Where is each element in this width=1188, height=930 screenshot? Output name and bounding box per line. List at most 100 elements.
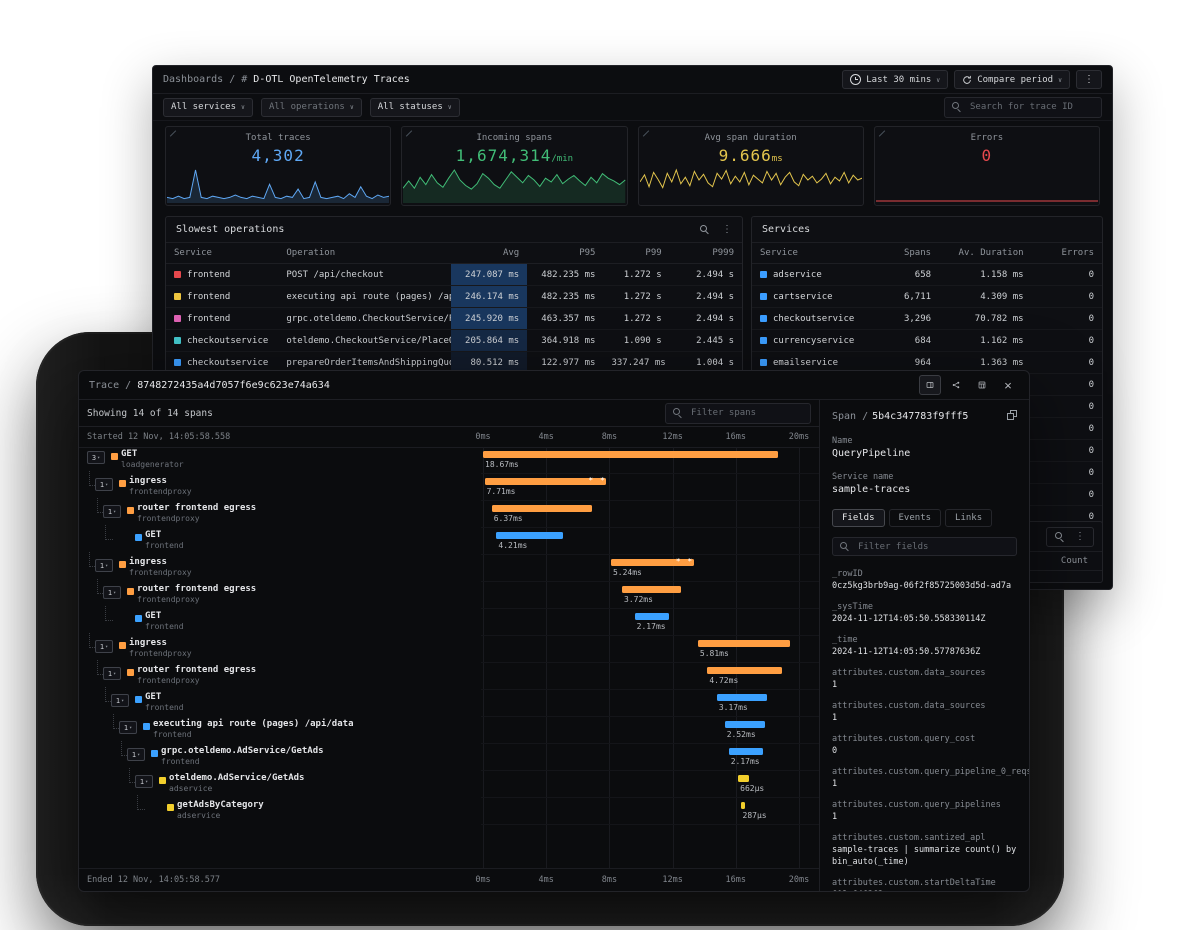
table-row[interactable]: checkoutserviceoteldemo.CheckoutService/… — [166, 330, 742, 352]
span-collapse-badge[interactable]: 1▾ — [135, 775, 153, 788]
panel-title: Slowest operations — [176, 224, 284, 235]
span-duration-bar[interactable] — [492, 505, 593, 512]
trace-span-row[interactable]: GETfrontend4.21ms — [79, 528, 819, 555]
span-details-tabs: FieldsEventsLinks — [832, 509, 1017, 527]
trace-span-row[interactable]: 1▾router frontend egressfrontendproxy6.3… — [79, 501, 819, 528]
compare-period-button[interactable]: Compare period ∨ — [954, 70, 1070, 89]
service-cell: currencyservice — [752, 330, 883, 352]
span-duration-bar[interactable] — [622, 586, 681, 593]
filter-spans-search[interactable] — [665, 403, 811, 424]
service-name: checkoutservice — [187, 336, 268, 346]
close-button[interactable]: × — [997, 375, 1019, 395]
table-row[interactable]: cartservice6,7114.309 ms0 — [752, 286, 1102, 308]
span-name-value: QueryPipeline — [832, 448, 1017, 459]
span-duration-bar[interactable] — [729, 748, 763, 755]
tab-fields[interactable]: Fields — [832, 509, 885, 527]
search-icon — [673, 408, 683, 418]
span-service-name: frontendproxy — [129, 568, 192, 577]
table-row[interactable]: frontendgrpc.oteldemo.CheckoutService/Pl… — [166, 308, 742, 330]
span-collapse-badge[interactable]: 1▾ — [103, 667, 121, 680]
span-event-markers: * * — [588, 476, 605, 485]
filter-spans-input[interactable] — [689, 407, 789, 419]
trace-span-row[interactable]: 1▾oteldemo.AdService/GetAdsadservice662µ… — [79, 771, 819, 798]
operations-filter-dropdown[interactable]: All operations ∨ — [261, 98, 362, 117]
trace-span-row[interactable]: GETfrontend2.17ms — [79, 609, 819, 636]
table-row[interactable]: frontendPOST /api/checkout247.087 ms482.… — [166, 264, 742, 286]
span-collapse-badge[interactable]: 3▾ — [87, 451, 105, 464]
timeline-tick-label: 12ms — [662, 432, 682, 442]
search-icon[interactable] — [1055, 532, 1065, 542]
span-collapse-badge[interactable]: 1▾ — [127, 748, 145, 761]
field-value: sample-traces | summarize count() by bin… — [832, 844, 1017, 868]
trace-span-row[interactable]: 1▾ingressfrontendproxy5.81ms — [79, 636, 819, 663]
span-duration-bar[interactable] — [741, 802, 746, 809]
span-collapse-badge[interactable]: 1▾ — [111, 694, 129, 707]
trace-title-prefix: Trace / — [89, 380, 131, 391]
span-collapse-badge[interactable]: 1▾ — [103, 505, 121, 518]
span-name-label: Name — [832, 436, 1017, 446]
copy-button[interactable] — [1007, 410, 1017, 423]
span-collapse-badge[interactable]: 1▾ — [95, 559, 113, 572]
span-duration-bar[interactable] — [717, 694, 767, 701]
field-value: 603.646362 — [832, 889, 1017, 891]
trace-span-row[interactable]: 1▾grpc.oteldemo.AdService/GetAdsfrontend… — [79, 744, 819, 771]
statuses-filter-dropdown[interactable]: All statuses ∨ — [370, 98, 460, 117]
span-name: getAdsByCategory — [177, 800, 264, 810]
trace-span-row[interactable]: 1▾router frontend egressfrontendproxy3.7… — [79, 582, 819, 609]
span-color-square — [159, 777, 166, 784]
span-collapse-badge[interactable]: 1▾ — [95, 478, 113, 491]
share-button[interactable] — [945, 375, 967, 395]
trace-span-row[interactable]: 1▾ingressfrontendproxy* *7.71ms — [79, 474, 819, 501]
service-cell: frontend — [166, 264, 278, 286]
span-duration-bar[interactable] — [738, 775, 748, 782]
table-row[interactable]: currencyservice6841.162 ms0 — [752, 330, 1102, 352]
filter-fields-search[interactable] — [832, 537, 1017, 556]
panel-toggle-button[interactable] — [919, 375, 941, 395]
span-duration-bar[interactable] — [635, 613, 669, 620]
stat-value: 1,674,314/min — [402, 146, 626, 165]
table-view-button[interactable] — [971, 375, 993, 395]
table-row[interactable]: checkoutservice3,29670.782 ms0 — [752, 308, 1102, 330]
time-range-button[interactable]: Last 30 mins ∨ — [842, 70, 948, 89]
span-rows: 3▾GETloadgenerator18.67ms1▾ingressfronte… — [79, 447, 819, 869]
trace-id-search[interactable] — [944, 97, 1102, 118]
span-duration-bar[interactable] — [707, 667, 782, 674]
span-duration-bar[interactable] — [725, 721, 765, 728]
services-filter-dropdown[interactable]: All services ∨ — [163, 98, 253, 117]
dashboard-menu-button[interactable]: ⋮ — [1076, 70, 1102, 89]
tab-events[interactable]: Events — [889, 509, 942, 527]
column-header: Service — [752, 243, 883, 264]
avg-cell: 247.087 ms — [451, 264, 527, 286]
trace-span-row[interactable]: 3▾GETloadgenerator18.67ms — [79, 447, 819, 474]
timeline-tick-label: 4ms — [539, 432, 554, 442]
trace-span-row[interactable]: 1▾executing api route (pages) /api/dataf… — [79, 717, 819, 744]
search-icon[interactable] — [700, 225, 710, 235]
kebab-icon[interactable]: ⋮ — [722, 225, 732, 235]
trace-span-row[interactable]: 1▾ingressfrontendproxy* *5.24ms — [79, 555, 819, 582]
span-collapse-badge[interactable]: 1▾ — [119, 721, 137, 734]
tab-links[interactable]: Links — [945, 509, 992, 527]
kebab-icon[interactable]: ⋮ — [1075, 532, 1085, 542]
span-collapse-badge[interactable]: 1▾ — [95, 640, 113, 653]
span-collapse-badge[interactable]: 1▾ — [103, 586, 121, 599]
service-color-square — [174, 271, 181, 278]
trace-span-row[interactable]: 1▾router frontend egressfrontendproxy4.7… — [79, 663, 819, 690]
table-row[interactable]: frontendexecuting api route (pages) /api… — [166, 286, 742, 308]
span-duration-bar[interactable] — [698, 640, 790, 647]
span-duration-bar[interactable] — [496, 532, 563, 539]
trace-span-row[interactable]: 1▾GETfrontend3.17ms — [79, 690, 819, 717]
errors-cell: 0 — [1032, 440, 1102, 462]
trace-id-search-input[interactable] — [968, 101, 1094, 113]
span-duration-label: 287µs — [743, 811, 767, 820]
span-duration-bar[interactable] — [483, 451, 778, 458]
service-color-square — [760, 337, 767, 344]
fields-list: _rowID0cz5kg3brb9ag-06f2f85725003d5d-ad7… — [832, 568, 1017, 891]
column-header: Operation — [278, 243, 451, 264]
span-duration-label: 5.24ms — [613, 568, 642, 577]
table-row[interactable]: adservice6581.158 ms0 — [752, 264, 1102, 286]
service-name: adservice — [773, 270, 822, 280]
service-color-square — [760, 315, 767, 322]
breadcrumb-root[interactable]: Dashboards — [163, 74, 223, 85]
filter-fields-input[interactable] — [856, 541, 1009, 553]
trace-span-row[interactable]: getAdsByCategoryadservice287µs — [79, 798, 819, 825]
